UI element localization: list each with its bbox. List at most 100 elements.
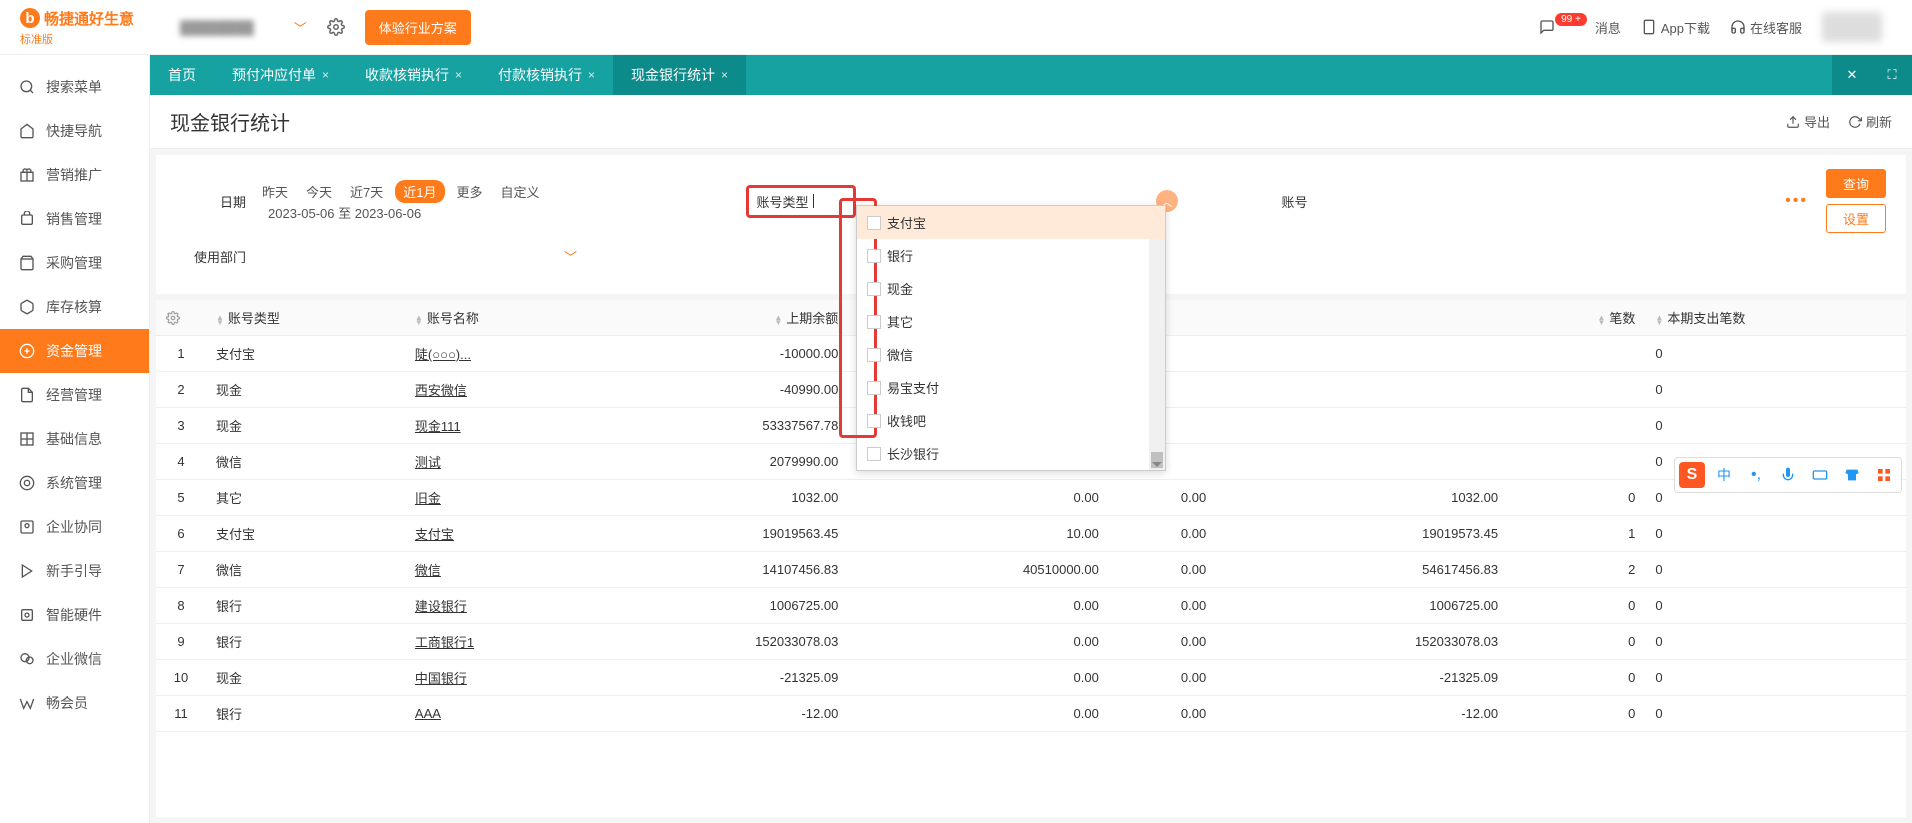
company-chevron-icon[interactable]: ﹀: [294, 18, 307, 37]
sidebar-item-cart[interactable]: 销售管理: [0, 197, 149, 241]
date-range-chip[interactable]: 更多: [451, 180, 489, 203]
date-range-chip[interactable]: 今天: [300, 180, 338, 203]
checkbox[interactable]: [867, 381, 881, 395]
account-name-link[interactable]: 中国银行: [415, 671, 467, 686]
sidebar-item-label: 搜索菜单: [46, 77, 102, 97]
dropdown-option[interactable]: 现金: [857, 272, 1165, 305]
column-header[interactable]: ▲▼本期支出笔数: [1645, 300, 1906, 336]
sidebar-item-hw[interactable]: 智能硬件: [0, 593, 149, 637]
date-range-chip[interactable]: 自定义: [495, 180, 546, 203]
checkbox[interactable]: [867, 282, 881, 296]
messages-button[interactable]: 99 + 消息: [1539, 18, 1621, 37]
tab-close-icon[interactable]: ×: [455, 68, 462, 82]
sidebar-item-home[interactable]: 快捷导航: [0, 109, 149, 153]
column-header[interactable]: ▲▼上期余额: [604, 300, 848, 336]
checkbox[interactable]: [867, 348, 881, 362]
dept-chevron-icon[interactable]: ﹀: [564, 247, 577, 266]
ime-mic-icon[interactable]: [1775, 462, 1801, 488]
tab-close-icon[interactable]: ×: [588, 68, 595, 82]
account-name-link[interactable]: 测试: [415, 455, 441, 470]
query-button[interactable]: 查询: [1826, 169, 1886, 198]
date-range-chip[interactable]: 近7天: [344, 180, 389, 203]
tab[interactable]: 收款核销执行×: [347, 55, 480, 95]
ime-skin-icon[interactable]: [1839, 462, 1865, 488]
tab-close-icon[interactable]: ×: [322, 68, 329, 82]
account-name-link[interactable]: 支付宝: [415, 527, 454, 542]
table-settings-icon[interactable]: [156, 300, 206, 336]
fullscreen-button[interactable]: ⛶: [1872, 55, 1912, 95]
tab[interactable]: 付款核销执行×: [480, 55, 613, 95]
sidebar-item-box[interactable]: 库存核算: [0, 285, 149, 329]
sidebar-item-grid[interactable]: 基础信息: [0, 417, 149, 461]
ime-keyboard-icon[interactable]: [1807, 462, 1833, 488]
refresh-button[interactable]: 刷新: [1848, 112, 1892, 131]
column-header[interactable]: ▲▼账号名称: [405, 300, 604, 336]
more-filters-icon[interactable]: •••: [1785, 192, 1808, 210]
account-name-link[interactable]: 建设银行: [415, 599, 467, 614]
column-header[interactable]: ▲▼笔数: [1508, 300, 1645, 336]
checkbox[interactable]: [867, 249, 881, 263]
account-name-link[interactable]: 旧金: [415, 491, 441, 506]
column-header[interactable]: ▲▼账号类型: [206, 300, 405, 336]
settings-button[interactable]: 设置: [1826, 204, 1886, 233]
dept-label: 使用部门: [176, 247, 246, 266]
tab[interactable]: 现金银行统计×: [613, 55, 746, 95]
date-range-chip[interactable]: 近1月: [395, 180, 444, 203]
industry-plan-button[interactable]: 体验行业方案: [365, 10, 471, 45]
sidebar-item-bag[interactable]: 采购管理: [0, 241, 149, 285]
date-range-chip[interactable]: 昨天: [256, 180, 294, 203]
tab-close-icon[interactable]: ×: [721, 68, 728, 82]
sidebar-item-doc[interactable]: 经营管理: [0, 373, 149, 417]
checkbox[interactable]: [867, 414, 881, 428]
tab[interactable]: 预付冲应付单×: [214, 55, 347, 95]
page-header: 现金银行统计 导出 刷新: [150, 95, 1912, 149]
column-header[interactable]: [1264, 300, 1508, 336]
money-icon: [18, 342, 36, 360]
account-name-link[interactable]: 西安微信: [415, 383, 467, 398]
sidebar-item-label: 畅会员: [46, 693, 88, 713]
account-type-filter[interactable]: 账号类型: [746, 185, 856, 218]
dropdown-option[interactable]: 支付宝: [857, 206, 1165, 239]
table-row: 9银行工商银行1152033078.030.000.00152033078.03…: [156, 624, 1906, 660]
sogou-icon[interactable]: S: [1679, 462, 1705, 488]
checkbox[interactable]: [867, 447, 881, 461]
checkbox[interactable]: [867, 216, 881, 230]
checkbox[interactable]: [867, 315, 881, 329]
tab[interactable]: 首页: [150, 55, 214, 95]
column-header[interactable]: [1216, 300, 1263, 336]
dropdown-option[interactable]: 长沙银行: [857, 437, 1165, 470]
dropdown-option[interactable]: 其它: [857, 305, 1165, 338]
sidebar-item-team[interactable]: 企业协同: [0, 505, 149, 549]
dept-input[interactable]: [256, 249, 556, 265]
ime-lang-button[interactable]: 中: [1711, 462, 1737, 488]
company-selector[interactable]: ████████: [180, 20, 254, 35]
account-name-link[interactable]: 陡(○○○)...: [415, 347, 471, 362]
customer-service-button[interactable]: 在线客服: [1730, 18, 1802, 37]
guide-icon: [18, 562, 36, 580]
wechat-icon: [18, 650, 36, 668]
gear-icon[interactable]: [327, 18, 345, 36]
export-button[interactable]: 导出: [1786, 112, 1830, 131]
close-all-tabs-button[interactable]: ✕: [1832, 55, 1872, 95]
sidebar-item-sys[interactable]: 系统管理: [0, 461, 149, 505]
account-name-link[interactable]: 工商银行1: [415, 635, 474, 650]
ime-toolbar[interactable]: S 中 •,: [1674, 457, 1902, 493]
ime-toolbox-icon[interactable]: [1871, 462, 1897, 488]
account-name-link[interactable]: 现金111: [415, 419, 461, 434]
sidebar-item-gift[interactable]: 营销推广: [0, 153, 149, 197]
sidebar-item-guide[interactable]: 新手引导: [0, 549, 149, 593]
user-avatar[interactable]: [1822, 12, 1882, 42]
account-name-link[interactable]: AAA: [415, 706, 441, 721]
dropdown-option[interactable]: 易宝支付: [857, 371, 1165, 404]
app-download-button[interactable]: App下载: [1641, 18, 1710, 37]
dropdown-option[interactable]: 银行: [857, 239, 1165, 272]
top-header: b 畅捷通好生意 标准版 ████████ ﹀ 体验行业方案 99 + 消息 A…: [0, 0, 1912, 55]
ime-punct-icon[interactable]: •,: [1743, 462, 1769, 488]
sidebar-item-wechat[interactable]: 企业微信: [0, 637, 149, 681]
dropdown-option[interactable]: 收钱吧: [857, 404, 1165, 437]
sidebar-item-search[interactable]: 搜索菜单: [0, 65, 149, 109]
sidebar-item-money[interactable]: 资金管理: [0, 329, 149, 373]
sidebar-item-vip[interactable]: 畅会员: [0, 681, 149, 725]
dropdown-option[interactable]: 微信: [857, 338, 1165, 371]
account-name-link[interactable]: 微信: [415, 563, 441, 578]
